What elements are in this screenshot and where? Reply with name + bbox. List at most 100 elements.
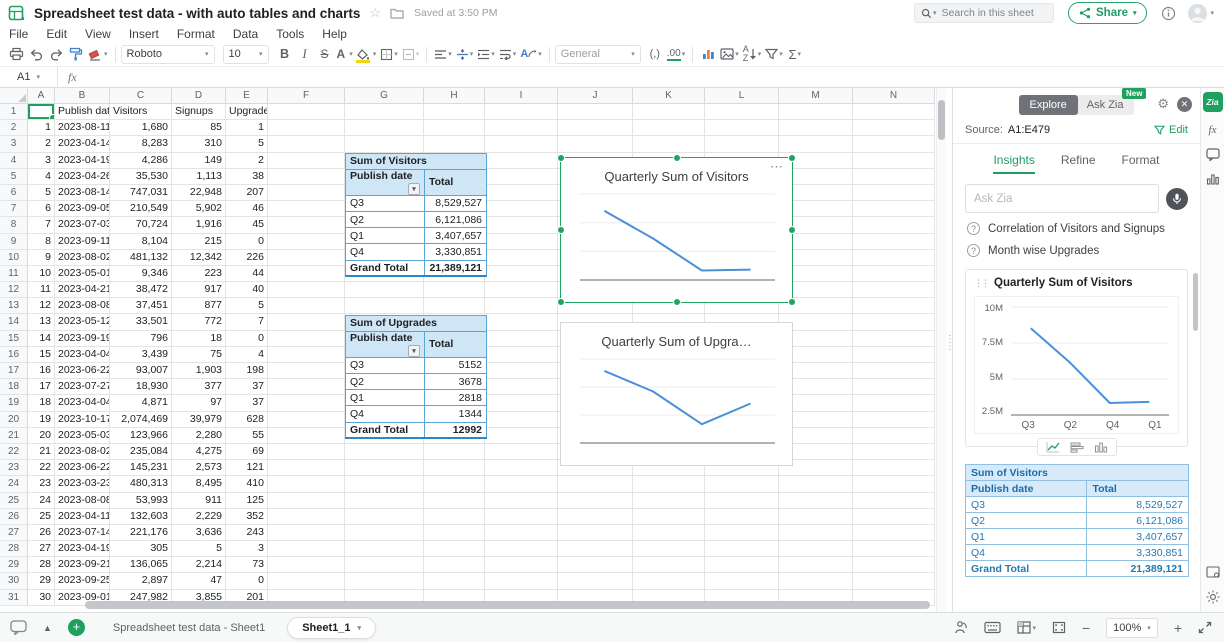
grid-cell[interactable]: 10: [28, 266, 55, 282]
avatar[interactable]: [1188, 4, 1207, 23]
grid-cell[interactable]: [485, 282, 558, 298]
clear-format-button[interactable]: ▾: [86, 44, 110, 64]
grid-cell[interactable]: [424, 476, 485, 492]
grid-cell[interactable]: [485, 412, 558, 428]
row-header-23[interactable]: 23: [0, 460, 28, 476]
font-family-select[interactable]: Roboto▾: [121, 45, 215, 64]
grid-cell[interactable]: 8,283: [110, 136, 172, 152]
grid-cell[interactable]: 3: [28, 153, 55, 169]
column-header-F[interactable]: F: [268, 88, 345, 104]
comma-format-button[interactable]: (,): [645, 44, 665, 64]
indent-button[interactable]: ▾: [475, 44, 497, 64]
fill-color-caret[interactable]: ▾: [373, 50, 377, 58]
sort-caret[interactable]: ▾: [758, 50, 762, 58]
grid-cell[interactable]: 26: [28, 525, 55, 541]
grid-cell[interactable]: [268, 557, 345, 573]
grid-horizontal-scrollbar-thumb[interactable]: [85, 601, 930, 609]
grid-cell[interactable]: [268, 379, 345, 395]
grid-cell[interactable]: [345, 298, 424, 314]
row-header-6[interactable]: 6: [0, 185, 28, 201]
grid-cell[interactable]: 18: [172, 331, 226, 347]
grid-cell[interactable]: 243: [226, 525, 268, 541]
grid-cell[interactable]: 1: [226, 120, 268, 136]
row-header-26[interactable]: 26: [0, 509, 28, 525]
sheet-tab-caret[interactable]: ▾: [358, 624, 362, 632]
grid-cell[interactable]: [485, 331, 558, 347]
grid-cell[interactable]: [705, 525, 779, 541]
grid-cell[interactable]: 2023-05-01: [55, 266, 110, 282]
grid-cell[interactable]: [853, 217, 935, 233]
grid-cell[interactable]: 2,280: [172, 428, 226, 444]
grid-cell[interactable]: [558, 120, 633, 136]
search-box[interactable]: ▾: [914, 3, 1054, 23]
grid-cell[interactable]: 221,176: [110, 525, 172, 541]
row-header-8[interactable]: 8: [0, 217, 28, 233]
panel-close-icon[interactable]: ✕: [1177, 97, 1192, 112]
grid-cell[interactable]: 2,573: [172, 460, 226, 476]
column-header-I[interactable]: I: [485, 88, 558, 104]
row-header-11[interactable]: 11: [0, 266, 28, 282]
grid-cell[interactable]: [268, 509, 345, 525]
grid-cell[interactable]: 2023-08-11: [55, 120, 110, 136]
grid-cell[interactable]: [558, 493, 633, 509]
grid-cell[interactable]: 55: [226, 428, 268, 444]
folder-icon[interactable]: [390, 7, 404, 19]
grid-cell[interactable]: [485, 460, 558, 476]
column-header-D[interactable]: D: [172, 88, 226, 104]
insert-chart-button[interactable]: [698, 44, 718, 64]
filter-caret[interactable]: ▾: [779, 50, 783, 58]
functions-panel-icon[interactable]: fx: [1209, 124, 1217, 136]
grid-cell[interactable]: 2,897: [110, 573, 172, 589]
grid-cell[interactable]: [853, 444, 935, 460]
grid-cell[interactable]: Visitors: [110, 104, 172, 120]
grid-cell[interactable]: 2023-04-04: [55, 347, 110, 363]
zoom-level-select[interactable]: 100%▾: [1106, 618, 1158, 638]
grid-cell[interactable]: 2,229: [172, 509, 226, 525]
comments-panel-icon[interactable]: [1206, 148, 1220, 161]
column-header-E[interactable]: E: [226, 88, 268, 104]
sheet-list-button[interactable]: ▲: [43, 623, 52, 633]
merge-cells-caret[interactable]: ▾: [416, 50, 420, 58]
undo-button[interactable]: [26, 44, 46, 64]
suggestion-correlation[interactable]: ? Correlation of Visitors and Signups: [967, 222, 1186, 235]
panel-settings-icon[interactable]: ⚙: [1157, 96, 1169, 112]
grid-cell[interactable]: 40: [226, 282, 268, 298]
grid-cell[interactable]: 2023-05-12: [55, 314, 110, 330]
grid-cell[interactable]: 14: [28, 331, 55, 347]
grid-cell[interactable]: 796: [110, 331, 172, 347]
text-rotation-caret[interactable]: ▾: [538, 50, 542, 58]
grid-cell[interactable]: [633, 573, 705, 589]
grid-cell[interactable]: 1,903: [172, 363, 226, 379]
grid-cell[interactable]: 11: [28, 282, 55, 298]
grid-cell[interactable]: [268, 428, 345, 444]
column-header-A[interactable]: A: [28, 88, 55, 104]
tab-refine[interactable]: Refine: [1061, 153, 1096, 174]
grid-cell[interactable]: 125: [226, 493, 268, 509]
grid-cell[interactable]: 22: [28, 460, 55, 476]
grid-cell[interactable]: [268, 201, 345, 217]
menu-file[interactable]: File: [0, 27, 37, 41]
grid-cell[interactable]: Publish date: [55, 104, 110, 120]
grid-cell[interactable]: 69: [226, 444, 268, 460]
grid-cell[interactable]: 4,871: [110, 395, 172, 411]
grid-cell[interactable]: [345, 573, 424, 589]
sort-button[interactable]: AZ ▾: [741, 44, 764, 64]
zoom-in-button[interactable]: +: [1174, 620, 1182, 636]
grid-cell[interactable]: 628: [226, 412, 268, 428]
grid-cell[interactable]: 2023-09-05: [55, 201, 110, 217]
mic-button[interactable]: [1166, 188, 1188, 210]
grid-cell[interactable]: [424, 557, 485, 573]
grid-cell[interactable]: [705, 557, 779, 573]
insight-chart-card[interactable]: ⋮⋮ Quarterly Sum of Visitors 10M 7.5M 5M…: [965, 269, 1188, 447]
grid-cell[interactable]: [853, 363, 935, 379]
grid-cell[interactable]: [485, 185, 558, 201]
grid-cell[interactable]: 2023-08-08: [55, 298, 110, 314]
italic-button[interactable]: I: [295, 44, 315, 64]
stats-panel-icon[interactable]: [1206, 173, 1220, 185]
grid-cell[interactable]: [268, 331, 345, 347]
search-options-caret[interactable]: ▾: [933, 9, 937, 17]
grid-cell[interactable]: [424, 573, 485, 589]
grid-cell[interactable]: [779, 557, 853, 573]
grid-cell[interactable]: 2023-04-04: [55, 395, 110, 411]
column-header-C[interactable]: C: [110, 88, 172, 104]
